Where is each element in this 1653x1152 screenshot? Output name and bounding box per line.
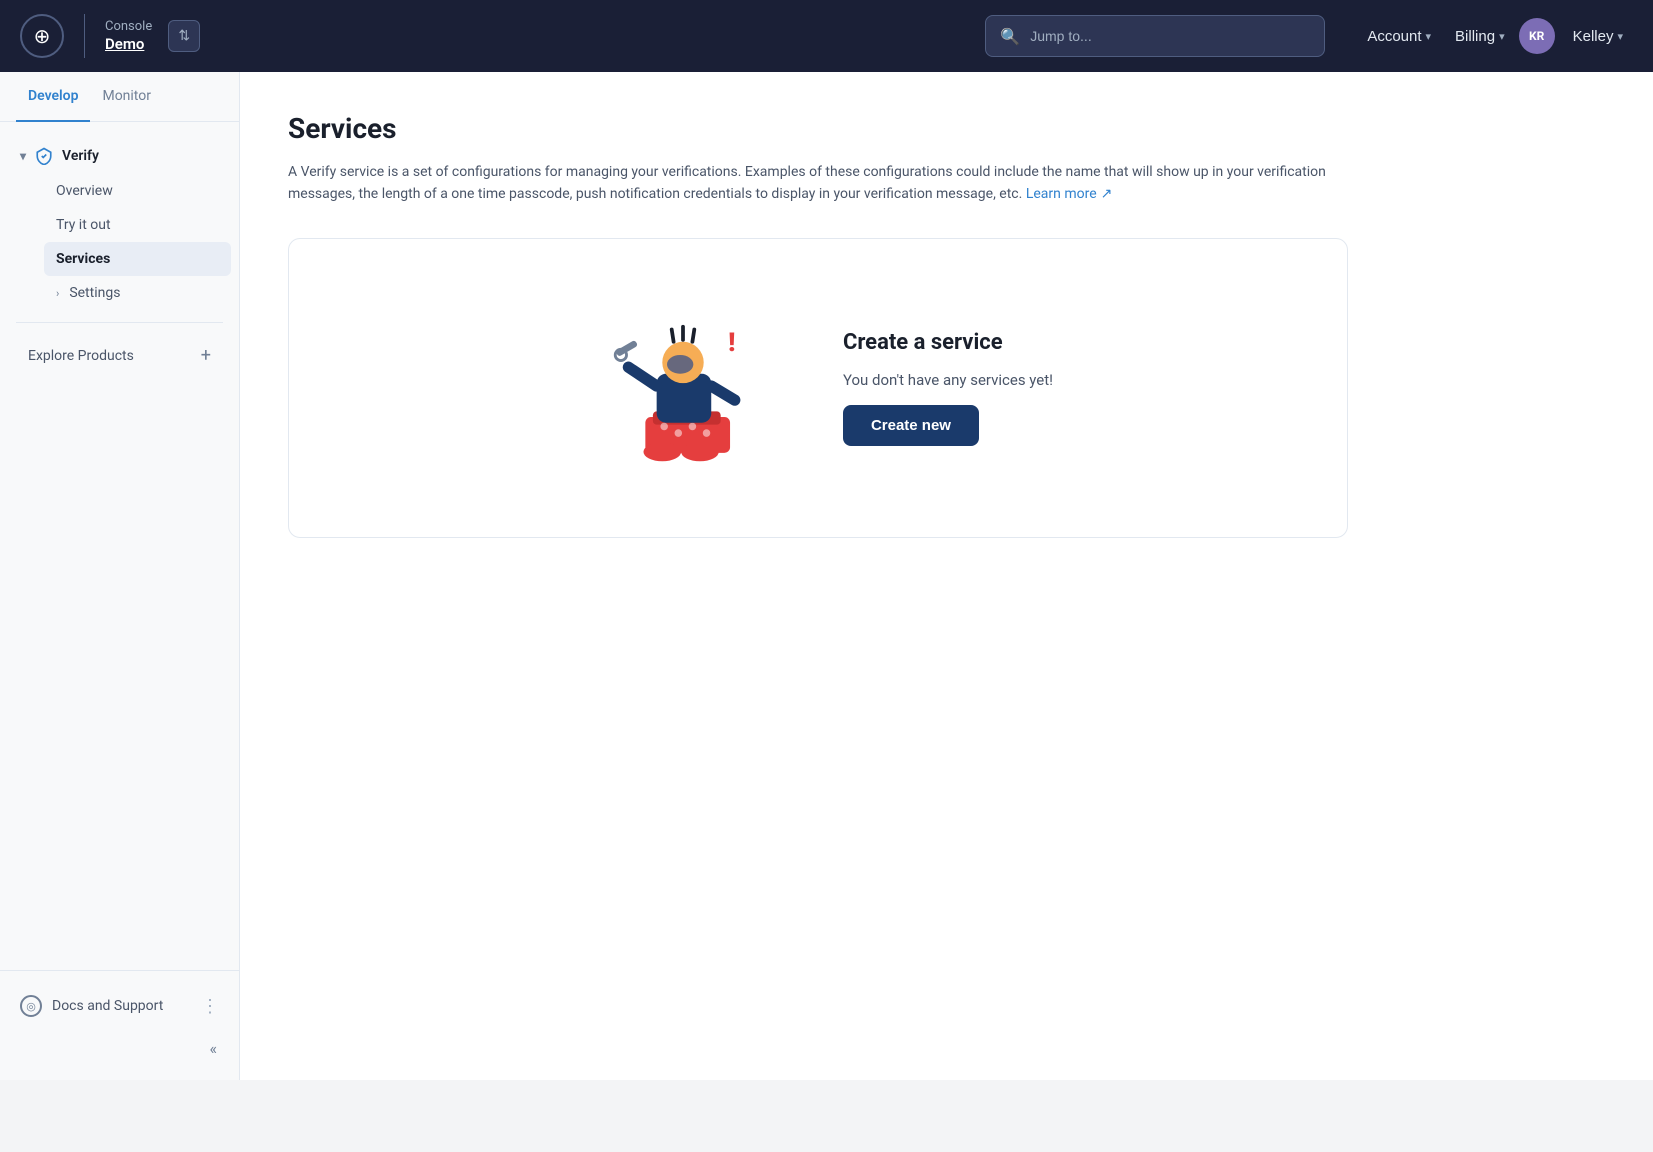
sidebar-item-try-it-out[interactable]: Try it out xyxy=(44,208,231,242)
search-input[interactable] xyxy=(1030,28,1310,44)
svg-text:!: ! xyxy=(728,328,735,358)
nav-right-actions: Account ▾ Billing ▾ KR Kelley ▾ xyxy=(1357,18,1633,54)
collapse-sidebar-button[interactable]: « xyxy=(12,1033,227,1064)
plus-icon: + xyxy=(201,345,211,366)
create-new-button[interactable]: Create new xyxy=(843,405,979,446)
console-label: Console xyxy=(105,20,152,33)
docs-and-support[interactable]: ◎ Docs and Support ⋮ xyxy=(12,987,227,1025)
sidebar-item-settings[interactable]: › Settings xyxy=(44,276,231,310)
learn-more-link[interactable]: Learn more ↗ xyxy=(1026,183,1113,205)
card-content: Create a service You don't have any serv… xyxy=(843,330,1053,446)
explore-products[interactable]: Explore Products + xyxy=(8,335,231,376)
docs-icon: ◎ xyxy=(20,995,42,1017)
account-menu[interactable]: Account ▾ xyxy=(1357,22,1441,51)
external-link-icon: ↗ xyxy=(1101,183,1113,205)
verify-label: Verify xyxy=(62,148,99,164)
sidebar-nav: ▾ Verify Overview Try it out xyxy=(0,122,239,970)
main-content: Services A Verify service is a set of co… xyxy=(240,72,1653,1080)
sidebar-section-verify: ▾ Verify Overview Try it out xyxy=(0,138,239,310)
illustration: ! xyxy=(583,306,783,470)
sidebar-group-verify[interactable]: ▾ Verify xyxy=(8,138,231,174)
sidebar-item-overview[interactable]: Overview xyxy=(44,174,231,208)
account-chevron-icon: ▾ xyxy=(1426,30,1432,43)
tab-monitor[interactable]: Monitor xyxy=(90,72,163,122)
page-layout: Develop Monitor ▾ Verify Ove xyxy=(0,72,1653,1080)
billing-menu[interactable]: Billing ▾ xyxy=(1445,22,1515,51)
top-navigation: ⊕ Console Demo ⇅ 🔍 Account ▾ Billing ▾ K… xyxy=(0,0,1653,72)
card-inner: ! Create a service You don't have any se… xyxy=(583,306,1053,470)
billing-chevron-icon: ▾ xyxy=(1499,30,1505,43)
logo-icon[interactable]: ⊕ xyxy=(20,14,64,58)
sidebar-divider xyxy=(16,322,223,323)
sidebar-bottom: ◎ Docs and Support ⋮ « xyxy=(0,970,239,1080)
verify-expand-icon: ▾ xyxy=(20,149,26,163)
service-card: ! Create a service You don't have any se… xyxy=(288,238,1348,538)
sidebar-item-services[interactable]: Services xyxy=(44,242,231,276)
nav-divider xyxy=(84,14,85,58)
search-bar: 🔍 xyxy=(985,15,1325,57)
user-menu[interactable]: Kelley ▾ xyxy=(1563,22,1633,51)
project-switcher[interactable]: ⇅ xyxy=(168,20,200,52)
project-name[interactable]: Demo xyxy=(105,35,152,53)
search-icon: 🔍 xyxy=(1000,27,1020,46)
docs-more-icon[interactable]: ⋮ xyxy=(201,996,219,1017)
card-title: Create a service xyxy=(843,330,1053,355)
verify-shield-icon xyxy=(34,146,54,166)
page-title: Services xyxy=(288,112,1605,145)
sidebar-items: Overview Try it out Services › Settings xyxy=(8,174,231,310)
tab-develop[interactable]: Develop xyxy=(16,72,90,122)
settings-chevron-icon: › xyxy=(56,287,59,300)
sidebar-tabs: Develop Monitor xyxy=(0,72,239,122)
page-description: A Verify service is a set of configurati… xyxy=(288,161,1348,206)
avatar: KR xyxy=(1519,18,1555,54)
card-subtitle: You don't have any services yet! xyxy=(843,371,1053,389)
sidebar: Develop Monitor ▾ Verify Ove xyxy=(0,72,240,1080)
user-chevron-icon: ▾ xyxy=(1617,30,1623,43)
